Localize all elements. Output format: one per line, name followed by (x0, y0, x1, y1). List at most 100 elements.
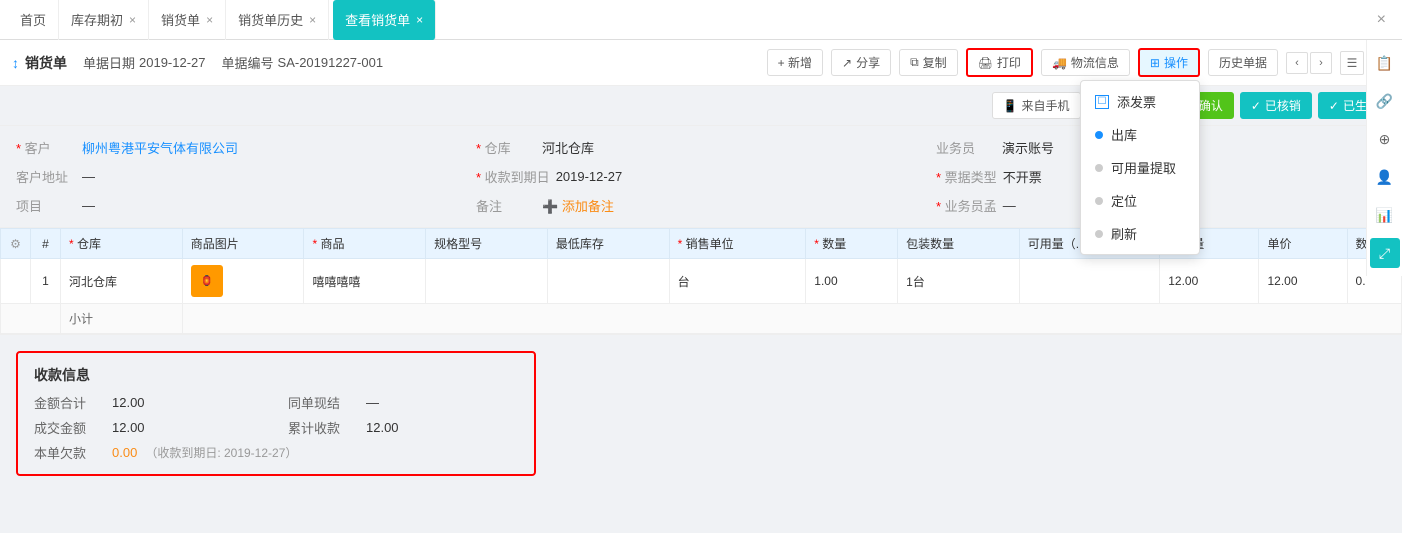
current-due-note: （收款到期日: 2019-12-27） (145, 444, 297, 461)
col-no: # (31, 229, 61, 259)
menu-item-out-warehouse[interactable]: 出库 (1081, 118, 1199, 151)
note-row: 备注 ➕ 添加备注 (476, 196, 926, 215)
total-value: 12.00 (112, 395, 145, 410)
tab-sales-history[interactable]: 销货单历史 × (226, 0, 329, 40)
tab-view-sales[interactable]: 查看销货单 × (333, 0, 436, 40)
menu-item-available-qty[interactable]: 可用量提取 (1081, 151, 1199, 184)
row-sales-unit: 台 (669, 259, 806, 304)
print-button[interactable]: 🖨 打印 (966, 48, 1033, 77)
current-due-label: 本单欠款 (34, 443, 104, 462)
available-qty-radio[interactable] (1095, 164, 1103, 172)
customer-value[interactable]: 柳州粤港平安气体有限公司 (82, 138, 238, 157)
tab-sales-history-close[interactable]: × (309, 13, 316, 27)
ticket-type-label: 票据类型 (936, 167, 997, 186)
transaction-label: 成交金额 (34, 418, 104, 437)
bottom-area: 收款信息 金额合计 12.00 同单现结 — 成交金额 12.00 (0, 335, 1402, 492)
nav-next-button[interactable]: › (1310, 52, 1332, 74)
customer-row: 客户 柳州粤港平安气体有限公司 (16, 138, 466, 157)
menu-item-add-invoice[interactable]: ☐ 添发票 (1081, 85, 1199, 118)
due-date-value: 2019-12-27 (556, 169, 623, 184)
current-due-row: 本单欠款 0.00 （收款到期日: 2019-12-27） (34, 443, 518, 462)
doc-actions: + 新增 ↗ 分享 ⧉ 复制 🖨 打印 🚚 物流信息 (767, 48, 1390, 77)
due-date-row: 收款到期日 2019-12-27 (476, 167, 926, 186)
tab-view-sales-close[interactable]: × (416, 13, 423, 27)
same-order-row: 同单现结 — (288, 393, 518, 412)
view-list-button[interactable]: ☰ (1340, 51, 1364, 75)
operate-icon: ⊞ (1150, 56, 1160, 70)
col-gear: ⚙ (1, 229, 31, 259)
menu-item-locate[interactable]: 定位 (1081, 184, 1199, 217)
copy-button[interactable]: ⧉ 复制 (899, 49, 958, 76)
tab-inventory-init-close[interactable]: × (129, 13, 136, 27)
add-note-button[interactable]: ➕ 添加备注 (542, 196, 614, 215)
warehouse-label: 仓库 (476, 138, 536, 157)
doc-date-item: 单据日期 2019-12-27 (83, 53, 206, 72)
logistics-button[interactable]: 🚚 物流信息 (1041, 49, 1130, 76)
from-mobile-button[interactable]: 📱 来自手机 (992, 92, 1081, 119)
project-value: — (82, 198, 95, 213)
row-no: 1 (31, 259, 61, 304)
subtotal-text: 小计 (61, 304, 183, 334)
share-button[interactable]: ↗ 分享 (831, 49, 891, 76)
customer-label: 客户 (16, 138, 76, 157)
cancelled-button[interactable]: ✓ 已核销 (1240, 92, 1312, 119)
due-date-label: 收款到期日 (476, 167, 550, 186)
current-due-value: 0.00 (112, 445, 137, 460)
sidebar-icon-4[interactable]: 👤 (1370, 162, 1400, 192)
ticket-type-value: 不开票 (1003, 167, 1042, 186)
project-label: 项目 (16, 196, 76, 215)
warehouse-row: 仓库 河北仓库 (476, 138, 926, 157)
row-available (1019, 259, 1159, 304)
sidebar-icon-5[interactable]: 📊 (1370, 200, 1400, 230)
address-row: 客户地址 — (16, 167, 466, 186)
doc-number-item: 单据编号 SA-20191227-001 (222, 53, 384, 72)
row-gear (1, 259, 31, 304)
locate-radio[interactable] (1095, 197, 1103, 205)
total-row: 金额合计 12.00 (34, 393, 264, 412)
cumulative-value: 12.00 (366, 420, 399, 435)
nav-prev-button[interactable]: ‹ (1286, 52, 1308, 74)
add-invoice-checkbox[interactable]: ☐ (1095, 95, 1109, 109)
out-warehouse-radio[interactable] (1095, 131, 1103, 139)
summary-title: 收款信息 (34, 365, 518, 385)
logistics-icon: 🚚 (1052, 56, 1067, 70)
tab-home[interactable]: 首页 (8, 0, 59, 40)
row-quantity: 1.00 (806, 259, 898, 304)
col-quantity: * 数量 (806, 229, 898, 259)
history-button[interactable]: 历史单据 (1208, 49, 1278, 76)
tab-sales-order-close[interactable]: × (206, 13, 213, 27)
col-product: * 商品 (304, 229, 426, 259)
sidebar-icon-3[interactable]: ⊕ (1370, 124, 1400, 154)
sidebar-icon-2[interactable]: 🔗 (1370, 86, 1400, 116)
right-sidebar: 📋 🔗 ⊕ 👤 📊 ⤢ (1366, 40, 1402, 276)
document-title: ↕ 销货单 (12, 53, 67, 73)
sidebar-icon-6[interactable]: ⤢ (1370, 238, 1400, 268)
sidebar-icon-1[interactable]: 📋 (1370, 48, 1400, 78)
row-current-stock: 12.00 (1160, 259, 1259, 304)
tab-sales-order[interactable]: 销货单 × (149, 0, 226, 40)
total-label: 金额合计 (34, 393, 104, 412)
share-icon: ↗ (842, 56, 852, 70)
operate-dropdown-container: ⊞ 操作 ☐ 添发票 出库 (1138, 48, 1200, 77)
document-header: ↕ 销货单 单据日期 2019-12-27 单据编号 SA-20191227-0… (0, 40, 1402, 86)
warehouse-value: 河北仓库 (542, 138, 594, 157)
row-pack-qty: 1台 (898, 259, 1020, 304)
row-spec (426, 259, 548, 304)
operate-button[interactable]: ⊞ 操作 (1138, 48, 1200, 77)
col-unit-price: 单价 (1259, 229, 1347, 259)
doc-number-value: SA-20191227-001 (278, 55, 384, 70)
window-close-button[interactable]: × (1369, 11, 1394, 29)
doc-type-label: 销货单 (25, 53, 67, 73)
tab-inventory-init[interactable]: 库存期初 × (59, 0, 149, 40)
transaction-value: 12.00 (112, 420, 145, 435)
plus-icon: ➕ (542, 199, 558, 214)
menu-item-refresh[interactable]: 刷新 (1081, 217, 1199, 250)
subtotal-values (182, 304, 1401, 334)
refresh-radio[interactable] (1095, 230, 1103, 238)
row-product: 嘻嘻嘻嘻 (304, 259, 426, 304)
mobile-icon: 📱 (1003, 99, 1018, 113)
cancelled-icon: ✓ (1251, 99, 1261, 113)
new-button[interactable]: + 新增 (767, 49, 823, 76)
print-icon: 🖨 (978, 56, 993, 70)
project-row: 项目 — (16, 196, 466, 215)
